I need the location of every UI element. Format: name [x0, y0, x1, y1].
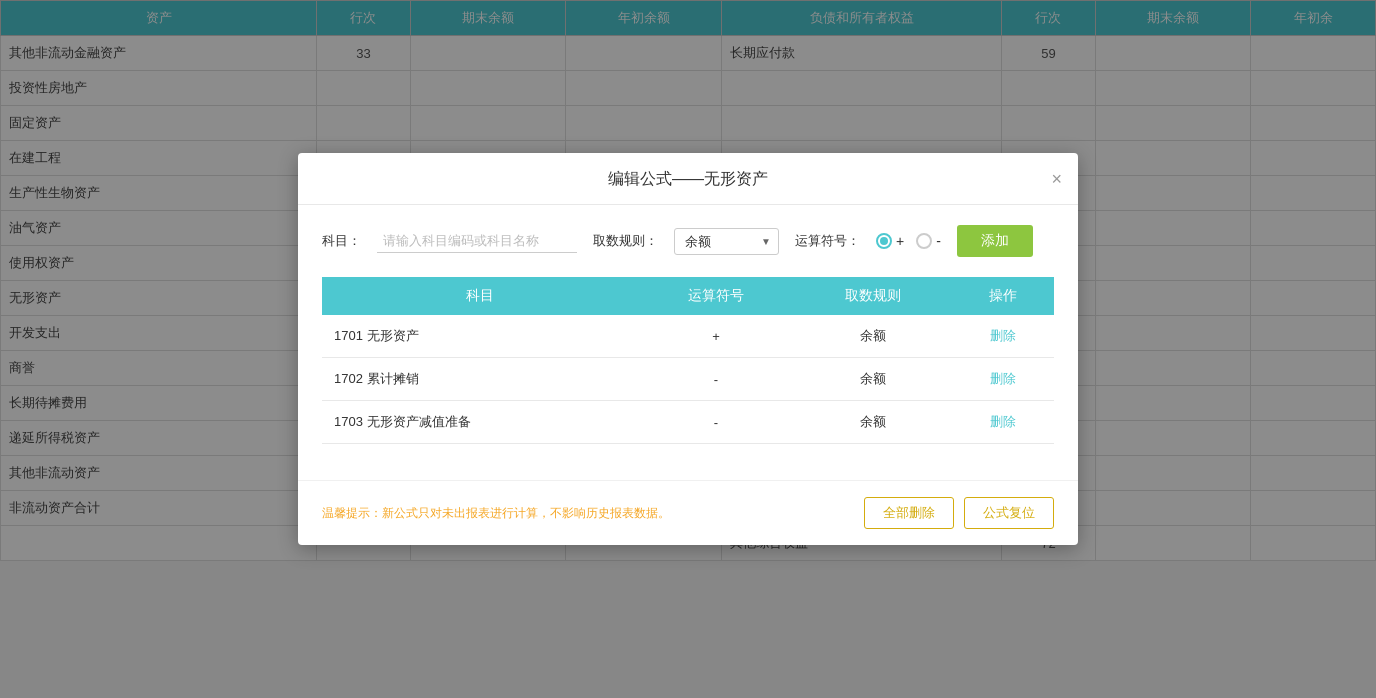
formula-row: 1701 无形资产 + 余额 删除	[322, 315, 1054, 358]
operator-minus-radio[interactable]: -	[916, 233, 941, 249]
subject-input[interactable]	[377, 229, 577, 253]
formula-rule: 余额	[795, 315, 952, 358]
formula-form-row: 科目： 取数规则： 余额 借方 贷方 借方发生额 贷方发生额 ▼ 运算符号：	[322, 225, 1054, 257]
add-button[interactable]: 添加	[957, 225, 1033, 257]
radio-minus-circle	[916, 233, 932, 249]
rule-select[interactable]: 余额 借方 贷方 借方发生额 贷方发生额	[674, 228, 779, 255]
rule-label: 取数规则：	[593, 232, 658, 250]
delete-row-button[interactable]: 删除	[990, 327, 1016, 345]
table-header-action: 操作	[952, 277, 1054, 315]
rule-select-wrapper: 余额 借方 贷方 借方发生额 贷方发生额 ▼	[674, 228, 779, 255]
formula-action: 删除	[952, 315, 1054, 358]
delete-all-button[interactable]: 全部删除	[864, 497, 954, 529]
formula-operator: -	[637, 401, 794, 444]
operator-label: 运算符号：	[795, 232, 860, 250]
reset-formula-button[interactable]: 公式复位	[964, 497, 1054, 529]
operator-minus-label: -	[936, 233, 941, 249]
formula-operator: -	[637, 358, 794, 401]
formula-action: 删除	[952, 358, 1054, 401]
formula-row: 1703 无形资产减值准备 - 余额 删除	[322, 401, 1054, 444]
operator-plus-label: +	[896, 233, 904, 249]
table-header-subject: 科目	[322, 277, 637, 315]
radio-plus-circle	[876, 233, 892, 249]
formula-rule: 余额	[795, 358, 952, 401]
operator-plus-radio[interactable]: +	[876, 233, 904, 249]
edit-formula-modal: 编辑公式——无形资产 × 科目： 取数规则： 余额 借方 贷方 借方发生额 贷方…	[298, 153, 1078, 545]
tip-text: 温馨提示：新公式只对未出报表进行计算，不影响历史报表数据。	[322, 505, 670, 522]
formula-table: 科目 运算符号 取数规则 操作 1701 无形资产 + 余额 删除 1702 累…	[322, 277, 1054, 444]
footer-buttons: 全部删除 公式复位	[864, 497, 1054, 529]
modal-overlay: 编辑公式——无形资产 × 科目： 取数规则： 余额 借方 贷方 借方发生额 贷方…	[0, 0, 1376, 698]
subject-label: 科目：	[322, 232, 361, 250]
modal-footer: 温馨提示：新公式只对未出报表进行计算，不影响历史报表数据。 全部删除 公式复位	[298, 480, 1078, 545]
modal-body: 科目： 取数规则： 余额 借方 贷方 借方发生额 贷方发生额 ▼ 运算符号：	[298, 205, 1078, 480]
table-header-rule: 取数规则	[795, 277, 952, 315]
delete-row-button[interactable]: 删除	[990, 413, 1016, 431]
delete-row-button[interactable]: 删除	[990, 370, 1016, 388]
formula-subject: 1701 无形资产	[322, 315, 637, 358]
table-header-operator: 运算符号	[637, 277, 794, 315]
close-button[interactable]: ×	[1051, 170, 1062, 188]
modal-title: 编辑公式——无形资产	[608, 170, 768, 187]
formula-action: 删除	[952, 401, 1054, 444]
operator-radio-group: + -	[876, 233, 941, 249]
formula-rule: 余额	[795, 401, 952, 444]
formula-operator: +	[637, 315, 794, 358]
formula-subject: 1703 无形资产减值准备	[322, 401, 637, 444]
formula-subject: 1702 累计摊销	[322, 358, 637, 401]
formula-row: 1702 累计摊销 - 余额 删除	[322, 358, 1054, 401]
modal-header: 编辑公式——无形资产 ×	[298, 153, 1078, 205]
